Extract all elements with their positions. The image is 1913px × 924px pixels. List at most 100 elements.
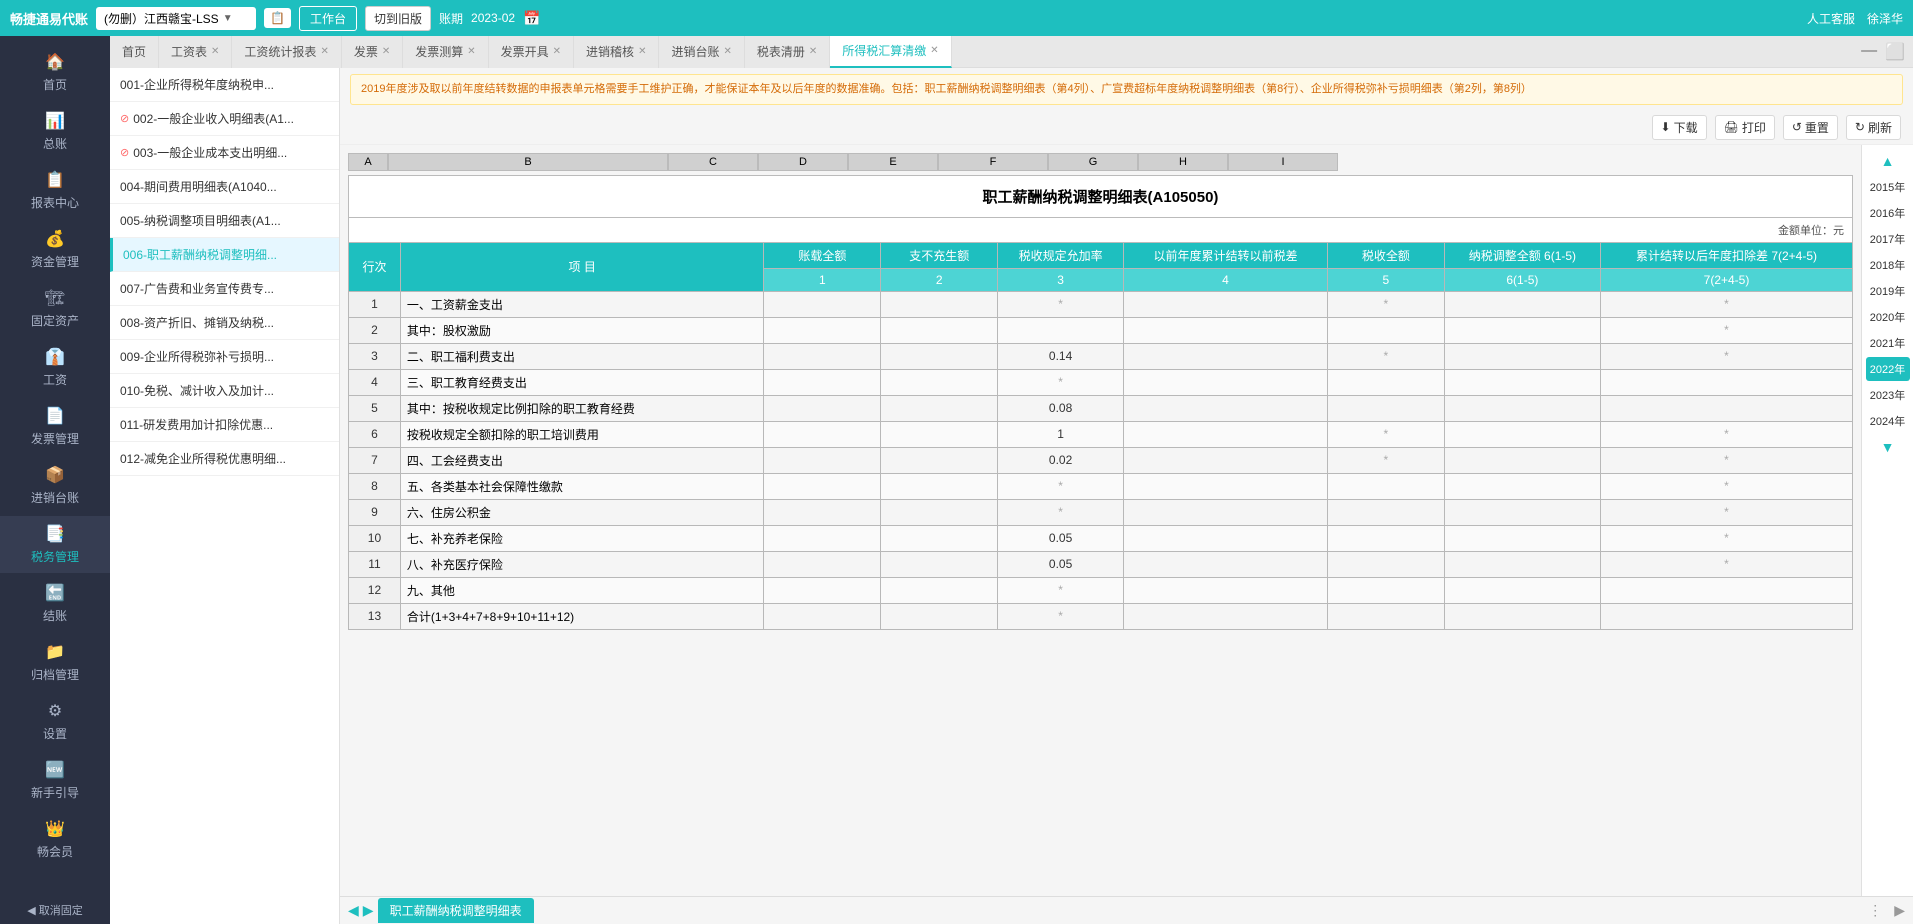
sidebar-item-assets[interactable]: 🏗 固定资产	[0, 280, 110, 337]
col-c: C	[668, 153, 758, 171]
year-down-arrow[interactable]: ▼	[1877, 435, 1899, 459]
year-2022[interactable]: 2022年	[1866, 357, 1910, 381]
sheet-scroll-right[interactable]: ▶	[363, 902, 374, 919]
tab-payroll[interactable]: 工资表 ✕	[159, 36, 232, 68]
sheet-scroll-left[interactable]: ◀	[348, 902, 359, 919]
sidebar-cancel-pin[interactable]: ◀ 取消固定	[0, 896, 110, 924]
sidebar-label-archive: 归档管理	[31, 666, 79, 683]
year-2015[interactable]: 2015年	[1866, 175, 1910, 199]
year-2019[interactable]: 2019年	[1866, 279, 1910, 303]
form-item-008[interactable]: 008-资产折旧、摊销及纳税...	[110, 306, 339, 340]
download-btn[interactable]: ⬇ 下载	[1652, 115, 1707, 140]
year-2024[interactable]: 2024年	[1866, 409, 1910, 433]
form-item-002[interactable]: ⊘ 002-一般企业收入明细表(A1...	[110, 102, 339, 136]
tab-invoice[interactable]: 发票 ✕	[342, 36, 403, 68]
form-item-010[interactable]: 010-免税、减计收入及加计...	[110, 374, 339, 408]
reports-icon: 📋	[45, 170, 65, 190]
user-name[interactable]: 徐泽华	[1867, 10, 1903, 27]
year-2020[interactable]: 2020年	[1866, 305, 1910, 329]
sidebar-item-ledger[interactable]: 📊 总账	[0, 103, 110, 160]
table-row: 6 按税收规定全额扣除的职工培训费用1**	[349, 421, 1853, 447]
spreadsheet-wrapper: 2019年度涉及取以前年度结转数据的申报表单元格需要手工维护正确，才能保证本年及…	[340, 68, 1913, 924]
sidebar-item-settings[interactable]: ⚙ 设置	[0, 693, 110, 750]
tab-invoice-close[interactable]: ✕	[382, 46, 390, 57]
sidebar-item-member[interactable]: 👑 畅会员	[0, 811, 110, 868]
sidebar-label-home: 首页	[43, 76, 67, 93]
tab-invoice-calc-close[interactable]: ✕	[467, 46, 475, 57]
sidebar-item-tax[interactable]: 📑 税务管理	[0, 516, 110, 573]
form-item-003[interactable]: ⊘ 003-一般企业成本支出明细...	[110, 136, 339, 170]
th-item: 项 目	[400, 242, 764, 291]
form-item-006[interactable]: 006-职工薪酬纳税调整明细...	[110, 238, 339, 272]
sheet-scroll-right2[interactable]: ▶	[1894, 902, 1905, 919]
reset-btn[interactable]: ↺ 重置	[1783, 115, 1838, 140]
refresh-label: 刷新	[1868, 119, 1892, 136]
year-panel: ▲ 2015年 2016年 2017年 2018年 2019年 2020年 20…	[1861, 145, 1913, 897]
sidebar-item-close[interactable]: 🔚 结账	[0, 575, 110, 632]
tab-payroll-stats[interactable]: 工资统计报表 ✕	[232, 36, 341, 68]
tab-payroll-stats-close[interactable]: ✕	[320, 46, 328, 57]
table-row: 5 其中：按税收规定比例扣除的职工教育经费0.08	[349, 395, 1853, 421]
tab-check[interactable]: 进销稽核 ✕	[574, 36, 659, 68]
tab-income-tax[interactable]: 所得税汇算清缴 ✕	[830, 36, 951, 68]
year-up-arrow[interactable]: ▲	[1877, 149, 1899, 173]
form-item-001[interactable]: 001-企业所得税年度纳税申...	[110, 68, 339, 102]
switch-btn[interactable]: 切到旧版	[365, 6, 431, 31]
form-item-012[interactable]: 012-减免企业所得税优惠明细...	[110, 442, 339, 476]
sidebar-item-stock[interactable]: 📦 进销台账	[0, 457, 110, 514]
form-item-009-label: 009-企业所得税弥补亏损明...	[120, 348, 274, 365]
year-2016[interactable]: 2016年	[1866, 201, 1910, 225]
sidebar-item-newbie[interactable]: 🆕 新手引导	[0, 752, 110, 809]
col-h: H	[1138, 153, 1228, 171]
form-item-006-label: 006-职工薪酬纳税调整明细...	[123, 246, 277, 263]
tab-tax-list[interactable]: 税表清册 ✕	[745, 36, 830, 68]
tab-maximize-icon[interactable]: ⬜	[1885, 42, 1905, 62]
tab-invoice-open-close[interactable]: ✕	[553, 46, 561, 57]
sidebar-item-home[interactable]: 🏠 首页	[0, 44, 110, 101]
tab-income-tax-close[interactable]: ✕	[930, 45, 938, 56]
bottom-sheet-tab[interactable]: 职工薪酬纳税调整明细表	[378, 898, 534, 923]
tab-invoice-open[interactable]: 发票开具 ✕	[489, 36, 574, 68]
tab-check-close[interactable]: ✕	[638, 46, 646, 57]
year-2021[interactable]: 2021年	[1866, 331, 1910, 355]
sidebar-item-payroll[interactable]: 👔 工资	[0, 339, 110, 396]
sheet-container[interactable]: A B C D E F G H I	[340, 145, 1861, 897]
form-item-004-label: 004-期间费用明细表(A1040...	[120, 178, 277, 195]
tab-invoice-calc[interactable]: 发票测算 ✕	[403, 36, 488, 68]
sidebar-label-invoice: 发票管理	[31, 430, 79, 447]
th-col6: 纳税调整全额 6(1-5)	[1444, 242, 1600, 268]
year-2018[interactable]: 2018年	[1866, 253, 1910, 277]
stock-icon: 📦	[45, 465, 65, 485]
calendar-icon-btn[interactable]: 📋	[264, 8, 291, 28]
download-icon: ⬇	[1661, 120, 1671, 134]
sidebar-item-reports[interactable]: 📋 报表中心	[0, 162, 110, 219]
form-item-005[interactable]: 005-纳税调整项目明细表(A1...	[110, 204, 339, 238]
year-2017[interactable]: 2017年	[1866, 227, 1910, 251]
workspace-button[interactable]: 工作台	[299, 6, 357, 31]
sidebar-item-funds[interactable]: 💰 资金管理	[0, 221, 110, 278]
th-col6-num: 6(1-5)	[1444, 268, 1600, 291]
download-label: 下载	[1674, 119, 1698, 136]
calendar-icon[interactable]: 📅	[523, 10, 540, 27]
form-item-009[interactable]: 009-企业所得税弥补亏损明...	[110, 340, 339, 374]
tab-payroll-label: 工资表	[171, 43, 207, 60]
company-selector[interactable]: (勿删）江西赣宝-LSS ▼	[96, 7, 256, 30]
print-btn[interactable]: 🖨 打印	[1715, 115, 1775, 140]
tab-invoice-open-label: 发票开具	[501, 43, 549, 60]
tab-ledger-close[interactable]: ✕	[723, 46, 731, 57]
refresh-btn[interactable]: ↻ 刷新	[1846, 115, 1901, 140]
tab-home[interactable]: 首页	[110, 36, 159, 68]
tab-minimize-icon[interactable]: —	[1861, 42, 1877, 62]
sidebar-item-archive[interactable]: 📁 归档管理	[0, 634, 110, 691]
tab-tax-list-close[interactable]: ✕	[809, 46, 817, 57]
form-item-011[interactable]: 011-研发费用加计扣除优惠...	[110, 408, 339, 442]
sidebar-item-invoice[interactable]: 📄 发票管理	[0, 398, 110, 455]
support-link[interactable]: 人工客服	[1807, 10, 1855, 27]
tab-payroll-close[interactable]: ✕	[211, 46, 219, 57]
form-item-007[interactable]: 007-广告费和业务宣传费专...	[110, 272, 339, 306]
th-col1: 账载全额	[764, 242, 881, 268]
year-2023[interactable]: 2023年	[1866, 383, 1910, 407]
form-item-004[interactable]: 004-期间费用明细表(A1040...	[110, 170, 339, 204]
tab-ledger[interactable]: 进销台账 ✕	[659, 36, 744, 68]
assets-icon: 🏗	[45, 288, 65, 308]
